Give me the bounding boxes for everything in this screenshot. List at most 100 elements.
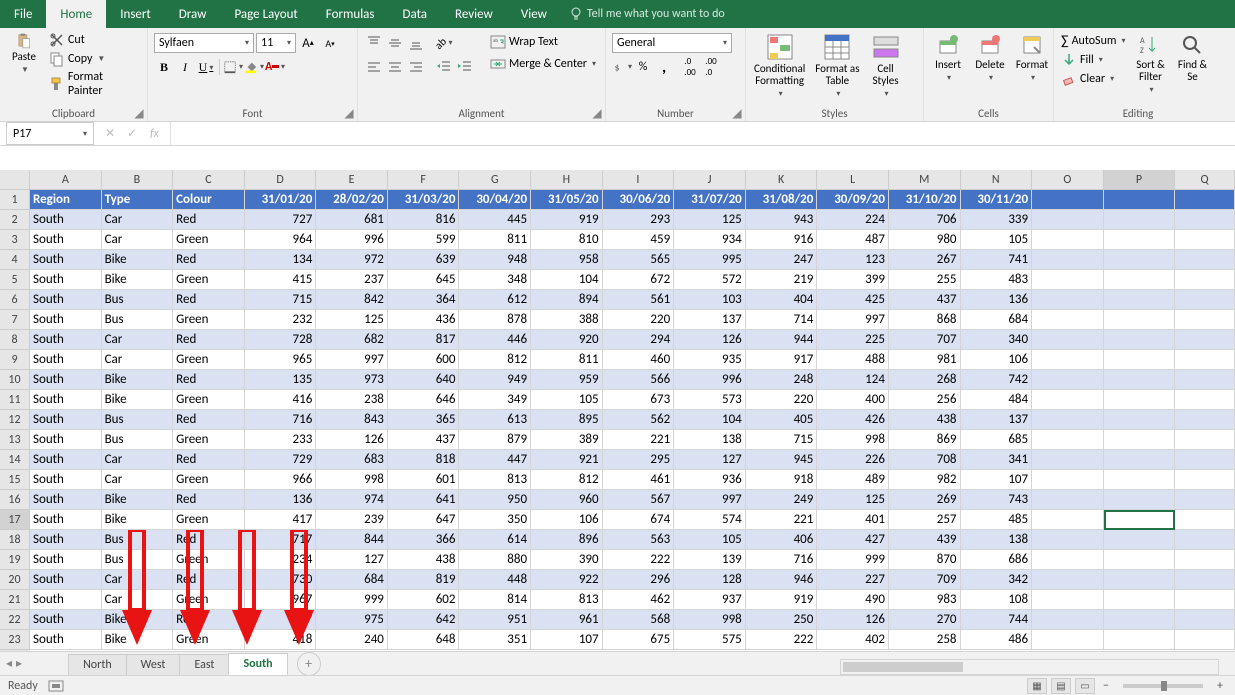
cell[interactable]: 943 xyxy=(746,210,818,230)
cell[interactable]: 816 xyxy=(388,210,460,230)
cell[interactable]: 257 xyxy=(889,510,961,530)
column-header[interactable]: D xyxy=(245,170,317,190)
horizontal-scrollbar[interactable] xyxy=(840,659,1219,675)
column-header[interactable]: H xyxy=(531,170,603,190)
cell[interactable] xyxy=(1104,570,1176,590)
cell[interactable] xyxy=(1104,310,1176,330)
cell[interactable]: 817 xyxy=(388,330,460,350)
cell[interactable]: 484 xyxy=(961,390,1033,410)
cell[interactable] xyxy=(1104,550,1176,570)
cell[interactable]: 894 xyxy=(531,290,603,310)
row-header[interactable]: 5 xyxy=(0,270,30,290)
cell[interactable]: 225 xyxy=(817,330,889,350)
align-bottom-button[interactable] xyxy=(406,33,426,53)
cell[interactable]: 31/01/20 xyxy=(245,190,317,210)
cell[interactable] xyxy=(1032,290,1104,310)
cell[interactable]: 944 xyxy=(746,330,818,350)
cell[interactable]: Car xyxy=(102,470,174,490)
cell[interactable]: 349 xyxy=(459,390,531,410)
merge-center-button[interactable]: Merge & Center▾ xyxy=(487,55,599,73)
sheet-nav-first[interactable]: ◂ xyxy=(6,656,12,671)
cell[interactable] xyxy=(1175,370,1235,390)
cell[interactable]: Green xyxy=(173,470,245,490)
cell[interactable]: 997 xyxy=(316,350,388,370)
cell[interactable]: 126 xyxy=(674,330,746,350)
cell[interactable]: 843 xyxy=(316,410,388,430)
sheet-nav-last[interactable]: ▸ xyxy=(16,656,22,671)
cell[interactable]: South xyxy=(30,390,102,410)
zoom-out-button[interactable]: − xyxy=(1099,679,1113,693)
cell[interactable]: Green xyxy=(173,350,245,370)
column-header[interactable]: E xyxy=(316,170,388,190)
cell[interactable]: 134 xyxy=(245,250,317,270)
clear-button[interactable]: Clear▾ xyxy=(1058,70,1128,88)
cell[interactable] xyxy=(1032,330,1104,350)
cell[interactable]: 240 xyxy=(316,630,388,650)
cell[interactable]: 425 xyxy=(817,290,889,310)
cell[interactable]: 417 xyxy=(245,510,317,530)
cell[interactable]: 105 xyxy=(674,530,746,550)
cell[interactable]: South xyxy=(30,330,102,350)
ribbon-tab-review[interactable]: Review xyxy=(441,0,507,28)
page-break-button[interactable]: ▭ xyxy=(1075,678,1095,694)
cell[interactable] xyxy=(1032,310,1104,330)
cell[interactable] xyxy=(1175,330,1235,350)
cell[interactable]: 842 xyxy=(316,290,388,310)
sheet-tab-north[interactable]: North xyxy=(68,654,127,675)
ribbon-tab-draw[interactable]: Draw xyxy=(165,0,221,28)
cell[interactable]: Red xyxy=(173,330,245,350)
cell[interactable]: 222 xyxy=(603,550,675,570)
cell[interactable]: 602 xyxy=(388,590,460,610)
cell[interactable] xyxy=(1104,470,1176,490)
cell[interactable] xyxy=(1104,590,1176,610)
cell[interactable]: 958 xyxy=(531,250,603,270)
cell[interactable]: 248 xyxy=(746,370,818,390)
cell[interactable] xyxy=(1104,430,1176,450)
cell[interactable]: 982 xyxy=(889,470,961,490)
cell[interactable]: 573 xyxy=(674,390,746,410)
cell[interactable]: 674 xyxy=(603,510,675,530)
row-header[interactable]: 20 xyxy=(0,570,30,590)
cell[interactable]: 935 xyxy=(674,350,746,370)
cell[interactable]: 685 xyxy=(961,430,1033,450)
cell[interactable]: 684 xyxy=(961,310,1033,330)
cell[interactable] xyxy=(1175,610,1235,630)
cell[interactable] xyxy=(1032,210,1104,230)
decrease-indent-button[interactable] xyxy=(434,57,454,77)
cell[interactable]: South xyxy=(30,470,102,490)
cell[interactable]: 105 xyxy=(961,230,1033,250)
row-header[interactable]: 19 xyxy=(0,550,30,570)
cell[interactable]: 436 xyxy=(388,310,460,330)
row-header[interactable]: 11 xyxy=(0,390,30,410)
cell[interactable]: 920 xyxy=(531,330,603,350)
fx-button[interactable]: fx xyxy=(146,127,162,141)
clipboard-dialog-launcher[interactable]: ◢ xyxy=(133,107,145,119)
cell[interactable] xyxy=(1032,450,1104,470)
cell[interactable]: 139 xyxy=(674,550,746,570)
cell[interactable]: 945 xyxy=(746,450,818,470)
autosum-button[interactable]: ∑AutoSum▾ xyxy=(1058,31,1128,50)
cell[interactable]: 973 xyxy=(316,370,388,390)
cell[interactable]: 220 xyxy=(603,310,675,330)
column-header[interactable]: N xyxy=(961,170,1033,190)
cell[interactable]: South xyxy=(30,530,102,550)
cell[interactable]: 575 xyxy=(674,630,746,650)
column-header[interactable]: M xyxy=(889,170,961,190)
cell[interactable]: Bike xyxy=(102,270,174,290)
increase-decimal-button[interactable]: .0.00 xyxy=(680,57,700,77)
cell[interactable]: Red xyxy=(173,370,245,390)
cell[interactable]: 462 xyxy=(603,590,675,610)
cell[interactable]: 744 xyxy=(961,610,1033,630)
cell[interactable]: Car xyxy=(102,350,174,370)
cell[interactable]: 459 xyxy=(603,230,675,250)
cell[interactable]: 138 xyxy=(674,430,746,450)
ribbon-tab-file[interactable]: File xyxy=(0,0,46,28)
name-box[interactable]: P17▾ xyxy=(6,122,94,145)
sheet-tab-south[interactable]: South xyxy=(228,653,287,675)
cell[interactable] xyxy=(1104,370,1176,390)
cell[interactable]: 125 xyxy=(817,490,889,510)
cell[interactable]: 600 xyxy=(388,350,460,370)
cell[interactable]: South xyxy=(30,430,102,450)
cell[interactable]: Bus xyxy=(102,290,174,310)
cell[interactable]: 999 xyxy=(316,590,388,610)
